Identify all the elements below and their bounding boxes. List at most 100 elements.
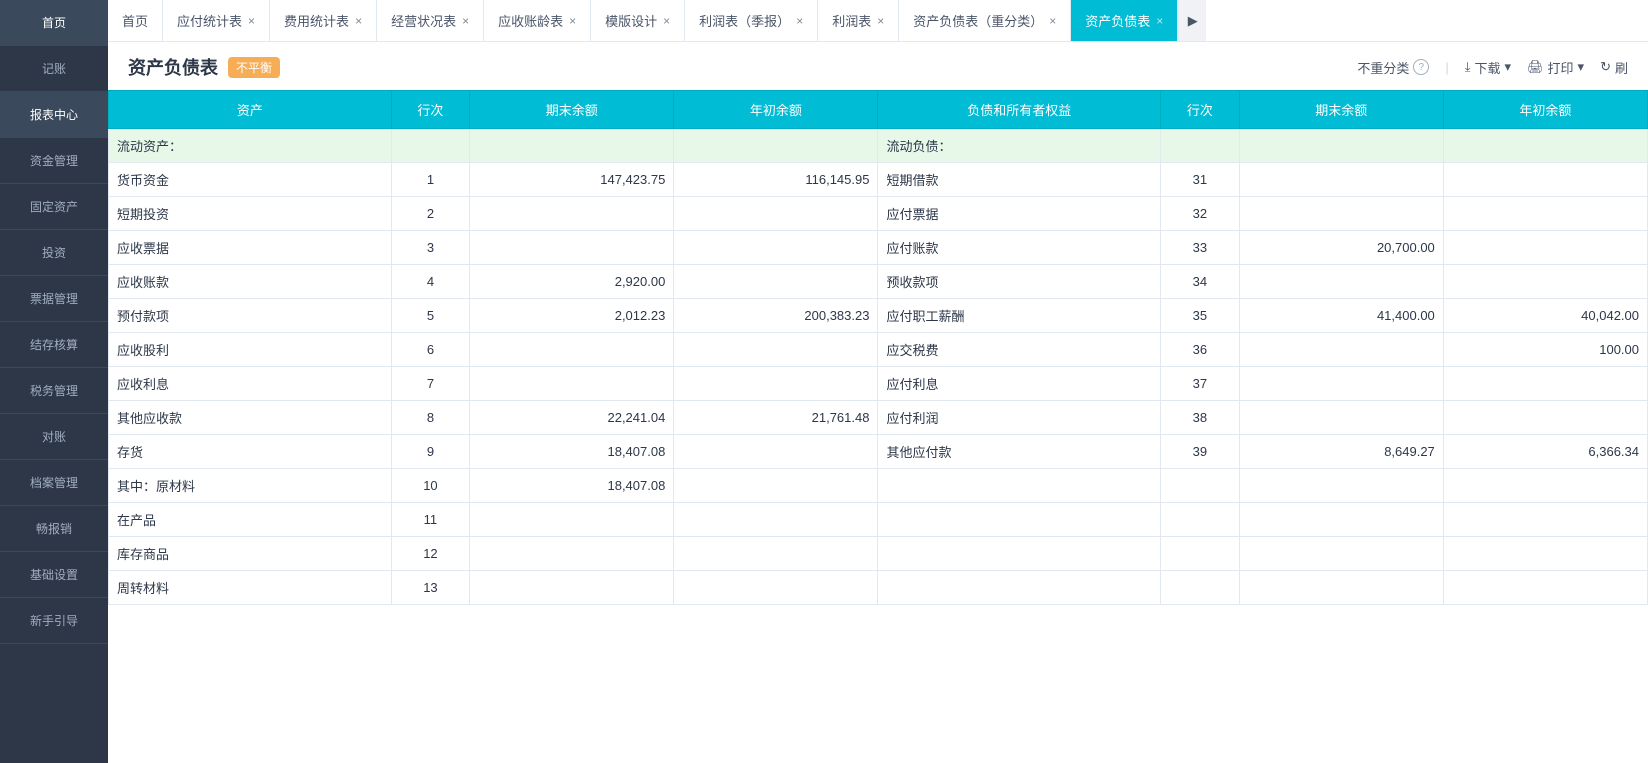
- sidebar-item-settings[interactable]: 基础设置: [0, 552, 108, 598]
- row-line2-6: 36: [1161, 333, 1240, 367]
- refresh-action[interactable]: ↻ 刷: [1600, 58, 1628, 77]
- tab-expense-stats[interactable]: 费用统计表 ×: [270, 0, 377, 42]
- sidebar-item-fixed-assets[interactable]: 固定资产: [0, 184, 108, 230]
- section-line2-0: [1161, 129, 1240, 163]
- print-action[interactable]: 🖨 打印 ▾: [1527, 58, 1584, 77]
- sidebar-item-reconcile[interactable]: 对账: [0, 414, 108, 460]
- tab-payable-stats-close[interactable]: ×: [248, 14, 255, 28]
- sidebar-item-guide[interactable]: 新手引导: [0, 598, 108, 644]
- tab-balance-reclassified[interactable]: 资产负债表（重分类） ×: [899, 0, 1071, 42]
- row-period-end-8: 22,241.04: [470, 401, 674, 435]
- row-asset-1: 货币资金: [109, 163, 392, 197]
- sidebar-item-archive[interactable]: 档案管理: [0, 460, 108, 506]
- row-asset-10: 其中：原材料: [109, 469, 392, 503]
- tab-balance[interactable]: 资产负债表 ×: [1071, 0, 1178, 42]
- tab-expense-stats-close[interactable]: ×: [355, 14, 362, 28]
- tab-profit-close[interactable]: ×: [877, 14, 884, 28]
- section-year-begin2-0: [1443, 129, 1647, 163]
- row-period-end-6: [470, 333, 674, 367]
- row-period-end2-1: [1239, 163, 1443, 197]
- tab-profit-quarterly-close[interactable]: ×: [796, 14, 803, 28]
- section-asset-0: 流动资产：: [109, 129, 392, 163]
- row-period-end2-10: [1239, 469, 1443, 503]
- download-label: 下载: [1474, 58, 1500, 77]
- row-line2-10: [1161, 469, 1240, 503]
- sidebar-item-funds[interactable]: 资金管理: [0, 138, 108, 184]
- row-line2-9: 39: [1161, 435, 1240, 469]
- row-liability-11: [878, 503, 1161, 537]
- download-icon: ⤓: [1465, 59, 1471, 75]
- tab-template-design-label: 模版设计: [605, 11, 657, 30]
- sidebar-item-reports[interactable]: 报表中心: [0, 92, 108, 138]
- row-period-end-12: [470, 537, 674, 571]
- tab-receivable-aging[interactable]: 应收账龄表 ×: [484, 0, 591, 42]
- tab-balance-reclassified-close[interactable]: ×: [1049, 14, 1056, 28]
- row-asset-4: 应收账款: [109, 265, 392, 299]
- row-line2-3: 33: [1161, 231, 1240, 265]
- tab-ops-status[interactable]: 经营状况表 ×: [377, 0, 484, 42]
- tab-receivable-aging-label: 应收账龄表: [498, 11, 563, 30]
- row-year-begin-10: [674, 469, 878, 503]
- row-year-begin2-11: [1443, 503, 1647, 537]
- tab-payable-stats-label: 应付统计表: [177, 11, 242, 30]
- header-asset: 资产: [109, 91, 392, 129]
- row-year-begin-4: [674, 265, 878, 299]
- sidebar-item-accounting[interactable]: 记账: [0, 46, 108, 92]
- tab-receivable-aging-close[interactable]: ×: [569, 14, 576, 28]
- sidebar-item-bills[interactable]: 票据管理: [0, 276, 108, 322]
- header-line2: 行次: [1161, 91, 1240, 129]
- no-reclassify-label: 不重分类: [1357, 58, 1409, 77]
- row-period-end-4: 2,920.00: [470, 265, 674, 299]
- tab-scroll-right[interactable]: ▶: [1178, 0, 1206, 42]
- header-year-begin: 年初余额: [674, 91, 878, 129]
- no-reclassify-action[interactable]: 不重分类 ?: [1357, 58, 1429, 77]
- row-asset-8: 其他应收款: [109, 401, 392, 435]
- info-icon[interactable]: ?: [1413, 59, 1429, 75]
- download-chevron-icon: ▾: [1504, 59, 1511, 75]
- row-line2-4: 34: [1161, 265, 1240, 299]
- row-period-end-9: 18,407.08: [470, 435, 674, 469]
- tab-ops-status-close[interactable]: ×: [462, 14, 469, 28]
- row-year-begin-11: [674, 503, 878, 537]
- tab-balance-close[interactable]: ×: [1156, 14, 1163, 28]
- row-year-begin-12: [674, 537, 878, 571]
- row-liability-9: 其他应付款: [878, 435, 1161, 469]
- refresh-label: 刷: [1615, 58, 1628, 77]
- row-line2-5: 35: [1161, 299, 1240, 333]
- row-line-12: 12: [391, 537, 470, 571]
- row-year-begin-8: 21,761.48: [674, 401, 878, 435]
- tab-profit-quarterly[interactable]: 利润表（季报） ×: [685, 0, 818, 42]
- row-year-begin-3: [674, 231, 878, 265]
- sidebar: 首页 记账 报表中心 资金管理 固定资产 投资 票据管理 结存核算 税务管理 对…: [0, 0, 108, 763]
- tab-template-design-close[interactable]: ×: [663, 14, 670, 28]
- sidebar-item-tax[interactable]: 税务管理: [0, 368, 108, 414]
- row-year-begin-1: 116,145.95: [674, 163, 878, 197]
- section-liability-0: 流动负债：: [878, 129, 1161, 163]
- tab-home[interactable]: 首页: [108, 0, 163, 42]
- tab-bar: 首页 应付统计表 × 费用统计表 × 经营状况表 × 应收账龄表 × 模版设计 …: [108, 0, 1648, 42]
- header-year-begin2: 年初余额: [1443, 91, 1647, 129]
- row-line2-12: [1161, 537, 1240, 571]
- print-label: 打印: [1548, 58, 1574, 77]
- row-period-end2-2: [1239, 197, 1443, 231]
- section-year-begin-0: [674, 129, 878, 163]
- row-period-end2-7: [1239, 367, 1443, 401]
- sidebar-item-home[interactable]: 首页: [0, 0, 108, 46]
- sidebar-item-expense[interactable]: 畅报销: [0, 506, 108, 552]
- page-title: 资产负债表: [128, 54, 218, 80]
- download-action[interactable]: ⤓ 下载 ▾: [1465, 58, 1511, 77]
- row-year-begin2-10: [1443, 469, 1647, 503]
- section-period-end-0: [470, 129, 674, 163]
- row-period-end2-9: 8,649.27: [1239, 435, 1443, 469]
- row-line-4: 4: [391, 265, 470, 299]
- tab-template-design[interactable]: 模版设计 ×: [591, 0, 685, 42]
- tab-profit[interactable]: 利润表 ×: [818, 0, 899, 42]
- sidebar-item-investment[interactable]: 投资: [0, 230, 108, 276]
- row-period-end-7: [470, 367, 674, 401]
- tab-payable-stats[interactable]: 应付统计表 ×: [163, 0, 270, 42]
- sidebar-item-settlement[interactable]: 结存核算: [0, 322, 108, 368]
- row-year-begin2-12: [1443, 537, 1647, 571]
- row-year-begin2-7: [1443, 367, 1647, 401]
- row-liability-2: 应付票据: [878, 197, 1161, 231]
- row-asset-9: 存货: [109, 435, 392, 469]
